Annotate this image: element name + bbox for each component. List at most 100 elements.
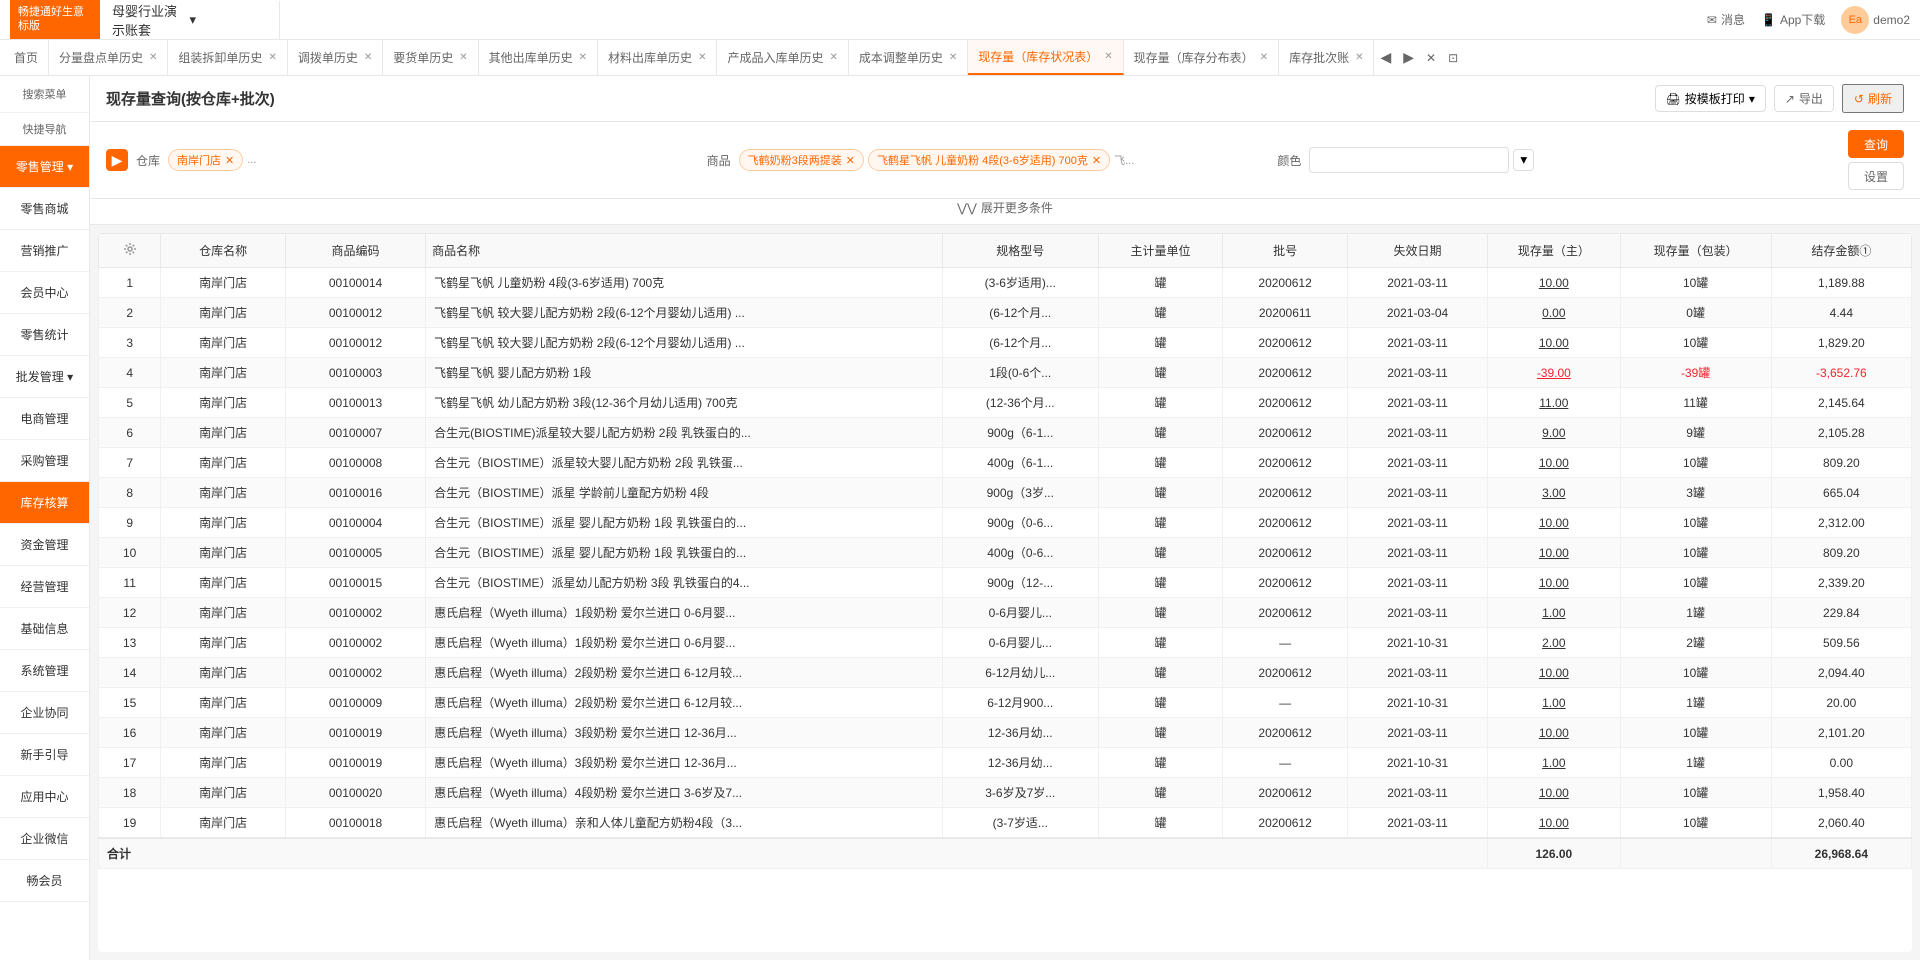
tab-mix[interactable]: 调拨单历史 ✕ — [288, 40, 383, 75]
cell-expire: 2021-03-11 — [1347, 598, 1487, 628]
tab-close-disassemble[interactable]: ✕ — [268, 52, 276, 63]
table-row: 1 南岸门店 00100014 飞鹤星飞帆 儿童奶粉 4段(3-6岁适用) 70… — [99, 268, 1912, 298]
page-title: 现存量查询(按仓库+批次) — [106, 88, 275, 109]
sidebar-item-marketing[interactable]: 营销推广 — [0, 230, 89, 272]
cell-qty[interactable]: 10.00 — [1488, 268, 1620, 298]
sidebar-item-guide[interactable]: 新手引导 — [0, 734, 89, 776]
user-avatar[interactable]: Ea demo2 — [1841, 6, 1910, 34]
tab-cost-adjust[interactable]: 成本调整单历史 ✕ — [849, 40, 968, 75]
cell-qty[interactable]: 1.00 — [1488, 598, 1620, 628]
goods-tag-1[interactable]: 飞鹤奶粉3段两提装 ✕ — [739, 149, 864, 171]
color-dropdown-btn[interactable]: ▾ — [1513, 149, 1534, 171]
sidebar-item-system[interactable]: 系统管理 — [0, 650, 89, 692]
color-input[interactable] — [1309, 147, 1509, 173]
cell-qty[interactable]: 10.00 — [1488, 808, 1620, 839]
cell-warehouse: 南岸门店 — [161, 778, 286, 808]
sidebar-item-inventory[interactable]: 库存核算 — [0, 482, 89, 524]
remove-goods-tag-1[interactable]: ✕ — [846, 154, 855, 167]
sidebar-search[interactable]: 搜索菜单 — [0, 76, 89, 113]
cell-qty[interactable]: 10.00 — [1488, 658, 1620, 688]
sidebar-item-ecommerce[interactable]: 电商管理 — [0, 398, 89, 440]
cell-qty[interactable]: 11.00 — [1488, 388, 1620, 418]
tab-inventory-dist[interactable]: 现存量（库存分布表） ✕ — [1124, 40, 1279, 75]
cell-qty-pack: 10罐 — [1620, 808, 1771, 839]
account-selector[interactable]: 母婴行业演示账套 ▾ — [100, 1, 280, 39]
sidebar-quick-nav[interactable]: 快捷导航 — [0, 113, 89, 146]
color-filter: ▾ — [1309, 147, 1840, 173]
cell-qty[interactable]: 9.00 — [1488, 418, 1620, 448]
setting-btn[interactable]: 设置 — [1848, 162, 1904, 190]
cell-qty[interactable]: 1.00 — [1488, 748, 1620, 778]
expand-conditions-btn[interactable]: ⋁⋁ 展开更多条件 — [957, 199, 1053, 216]
tab-inventory-status[interactable]: 现存量（库存状况表） ✕ — [968, 40, 1123, 75]
tab-batch-voucher[interactable]: 库存批次账 ✕ — [1279, 40, 1374, 75]
sidebar-item-retail-mall[interactable]: 零售商城 — [0, 188, 89, 230]
cell-no: 13 — [99, 628, 161, 658]
sidebar-item-member[interactable]: 会员中心 — [0, 272, 89, 314]
tab-product-in[interactable]: 产成品入库单历史 ✕ — [717, 40, 848, 75]
tab-close-borrow[interactable]: ✕ — [459, 52, 467, 63]
refresh-btn[interactable]: ↺ 刷新 — [1842, 84, 1904, 113]
tab-prev-btn[interactable]: ◀ — [1374, 49, 1397, 66]
cell-qty[interactable]: 1.00 — [1488, 688, 1620, 718]
tab-close-inventory-dist[interactable]: ✕ — [1260, 52, 1268, 63]
query-btn[interactable]: 查询 — [1848, 130, 1904, 158]
cell-expire: 2021-03-11 — [1347, 358, 1487, 388]
tab-close-mix[interactable]: ✕ — [364, 52, 372, 63]
tab-borrow[interactable]: 要货单历史 ✕ — [383, 40, 478, 75]
tab-next-btn[interactable]: ▶ — [1397, 49, 1420, 66]
tab-close-all-btn[interactable]: ✕ — [1420, 51, 1442, 65]
cell-warehouse: 南岸门店 — [161, 418, 286, 448]
tab-disassemble[interactable]: 组装拆卸单历史 ✕ — [168, 40, 287, 75]
tab-split-inventory[interactable]: 分量盘点单历史 ✕ — [49, 40, 168, 75]
tab-other-out[interactable]: 其他出库单历史 ✕ — [479, 40, 598, 75]
remove-warehouse-tag[interactable]: ✕ — [225, 154, 234, 167]
tab-close-batch-voucher[interactable]: ✕ — [1355, 52, 1363, 63]
print-btn[interactable]: 🖨 按模板打印 ▾ — [1655, 85, 1766, 112]
filter-expand-btn[interactable]: ▶ — [106, 149, 128, 171]
tab-close-product-in[interactable]: ✕ — [829, 52, 837, 63]
tab-material-out[interactable]: 材料出库单历史 ✕ — [598, 40, 717, 75]
cell-qty[interactable]: 3.00 — [1488, 478, 1620, 508]
cell-qty[interactable]: 10.00 — [1488, 448, 1620, 478]
cell-qty[interactable]: 10.00 — [1488, 538, 1620, 568]
cell-code: 00100018 — [285, 808, 425, 839]
sidebar-item-finance[interactable]: 资金管理 — [0, 524, 89, 566]
cell-qty[interactable]: 10.00 — [1488, 778, 1620, 808]
sidebar-item-vip[interactable]: 畅会员 — [0, 860, 89, 902]
cell-qty[interactable]: 10.00 — [1488, 508, 1620, 538]
tab-close-cost-adjust[interactable]: ✕ — [949, 52, 957, 63]
goods-more[interactable]: 飞... — [1114, 152, 1134, 168]
cell-name: 惠氏启程（Wyeth illuma）亲和人体儿童配方奶粉4段（3... — [426, 808, 943, 839]
th-unit: 主计量单位 — [1098, 234, 1223, 268]
tab-close-material-out[interactable]: ✕ — [698, 52, 706, 63]
tab-close-other-out[interactable]: ✕ — [579, 52, 587, 63]
warehouse-more[interactable]: ... — [247, 154, 256, 166]
export-btn[interactable]: ↗ 导出 — [1774, 85, 1834, 112]
tab-close-split-inventory[interactable]: ✕ — [149, 52, 157, 63]
sidebar-item-retail[interactable]: 零售管理 ▾ — [0, 146, 89, 188]
goods-tag-2[interactable]: 飞鹤星飞帆 儿童奶粉 4段(3-6岁适用) 700克 ✕ — [868, 149, 1110, 171]
tab-maximize-btn[interactable]: ⊡ — [1442, 51, 1464, 65]
cell-qty[interactable]: 10.00 — [1488, 718, 1620, 748]
sidebar-item-app-center[interactable]: 应用中心 — [0, 776, 89, 818]
sidebar-item-collab[interactable]: 企业协同 — [0, 692, 89, 734]
sidebar-item-wholesale[interactable]: 批发管理 ▾ — [0, 356, 89, 398]
messages-btn[interactable]: ✉ 消息 — [1707, 11, 1745, 28]
app-download-btn[interactable]: 📱 App下载 — [1761, 11, 1825, 28]
cell-qty[interactable]: 0.00 — [1488, 298, 1620, 328]
remove-goods-tag-2[interactable]: ✕ — [1092, 154, 1101, 167]
cell-qty[interactable]: 10.00 — [1488, 328, 1620, 358]
tab-home[interactable]: 首页 — [4, 40, 49, 75]
cell-qty[interactable]: 10.00 — [1488, 568, 1620, 598]
sidebar-item-operations[interactable]: 经营管理 — [0, 566, 89, 608]
sidebar-item-purchase[interactable]: 采购管理 — [0, 440, 89, 482]
sidebar-item-retail-stats[interactable]: 零售统计 — [0, 314, 89, 356]
tab-close-inventory-status[interactable]: ✕ — [1104, 51, 1112, 62]
cell-qty[interactable]: -39.00 — [1488, 358, 1620, 388]
cell-qty[interactable]: 2.00 — [1488, 628, 1620, 658]
sidebar-item-wechat[interactable]: 企业微信 — [0, 818, 89, 860]
sidebar-item-basics[interactable]: 基础信息 — [0, 608, 89, 650]
warehouse-tag-nanao[interactable]: 南岸门店 ✕ — [168, 149, 243, 171]
table-row: 18 南岸门店 00100020 惠氏启程（Wyeth illuma）4段奶粉 … — [99, 778, 1912, 808]
